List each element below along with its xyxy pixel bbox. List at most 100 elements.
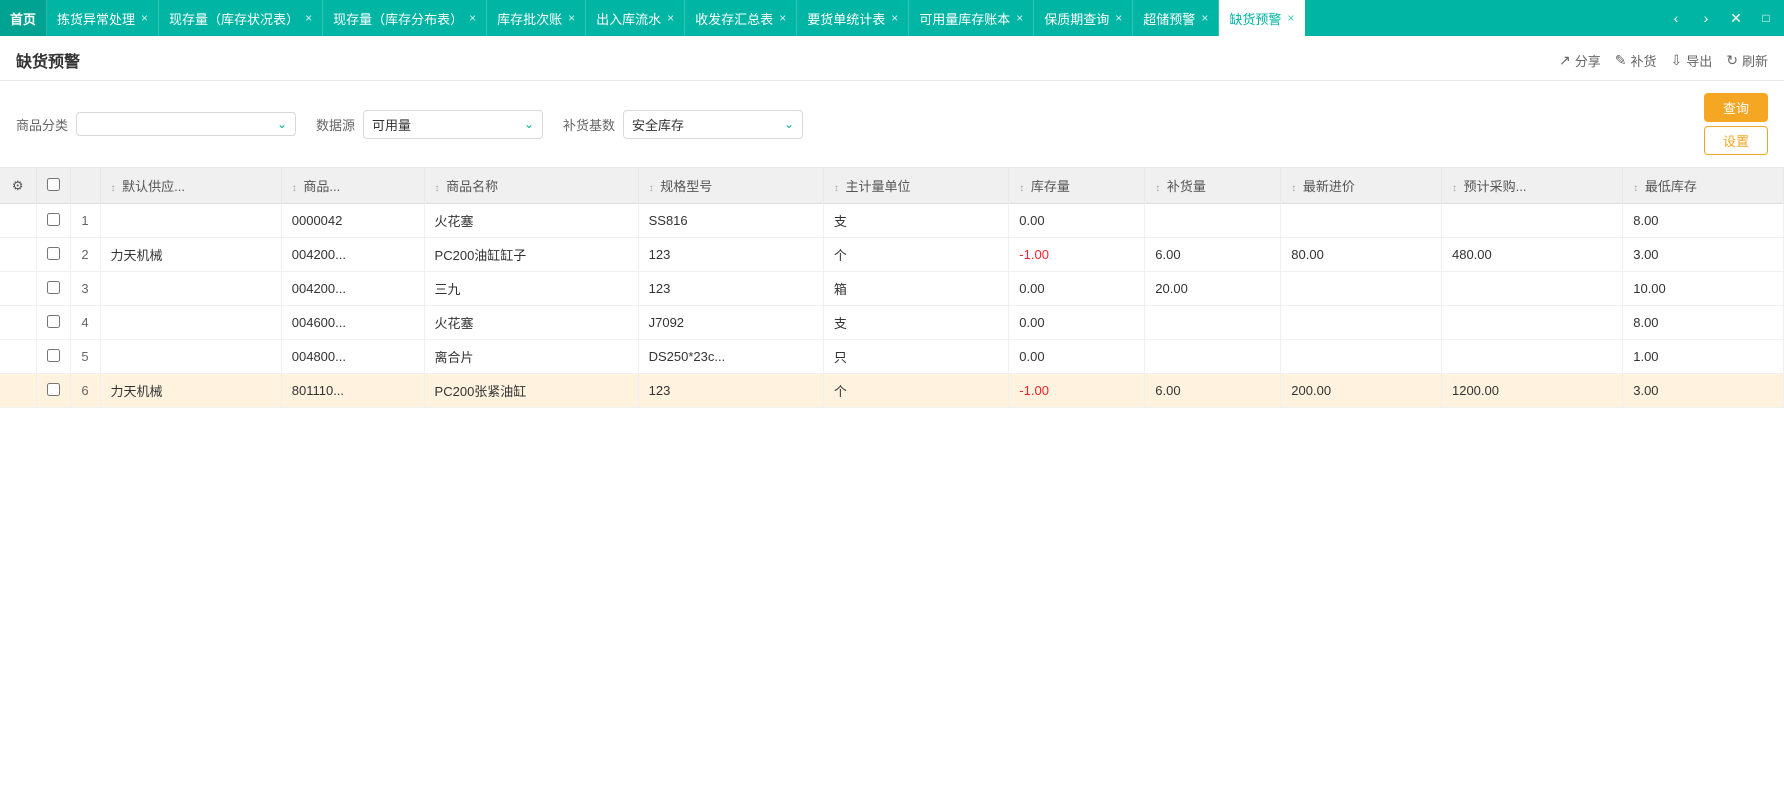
nav-close-button[interactable]: ✕: [1722, 4, 1750, 32]
sort-product-name-icon: ↕: [435, 183, 440, 194]
replenish-basis-chevron-icon: ⌄: [784, 117, 794, 131]
sort-replenish-icon: ↕: [1155, 183, 1160, 194]
sort-min-stock-icon: ↕: [1633, 183, 1638, 194]
row-unit: 支: [823, 204, 1008, 238]
export-button[interactable]: ⇩ 导出: [1671, 51, 1713, 70]
nav-fullscreen-button[interactable]: □: [1752, 4, 1780, 32]
row-latest-price: 200.00: [1281, 374, 1442, 408]
row-checkbox-cell[interactable]: [36, 238, 70, 272]
top-nav: 首页拣货异常处理×现存量（库存状况表）×现存量（库存分布表）×库存批次账×出入库…: [0, 0, 1784, 36]
col-stock-qty[interactable]: ↕ 库存量: [1009, 168, 1145, 204]
datasource-value: 可用量: [372, 115, 411, 134]
query-button[interactable]: 查询: [1704, 93, 1768, 122]
nav-tab-home[interactable]: 首页: [0, 0, 47, 36]
col-product-code[interactable]: ↕ 商品...: [281, 168, 424, 204]
category-select[interactable]: ⌄: [76, 112, 296, 136]
close-tab-demand-stats-icon[interactable]: ×: [891, 11, 898, 25]
row-checkbox-cell[interactable]: [36, 340, 70, 374]
col-spec-model[interactable]: ↕ 规格型号: [638, 168, 823, 204]
table-header-row: ⚙ ↕ 默认供应... ↕ 商品... ↕: [0, 168, 1784, 204]
row-stock-qty: 0.00: [1009, 340, 1145, 374]
refresh-button[interactable]: ↻ 刷新: [1726, 51, 1768, 70]
nav-tab-overstock[interactable]: 超储预警×: [1133, 0, 1219, 36]
col-min-stock[interactable]: ↕ 最低库存: [1623, 168, 1784, 204]
row-est-purchase: [1441, 306, 1622, 340]
row-spec-model: SS816: [638, 204, 823, 238]
replenish-icon: ✎: [1615, 52, 1627, 69]
nav-next-button[interactable]: ›: [1692, 4, 1720, 32]
replenish-basis-label: 补货基数: [563, 115, 615, 134]
row-number: 2: [70, 238, 100, 272]
datasource-chevron-icon: ⌄: [524, 117, 534, 131]
share-icon: ↗: [1559, 52, 1571, 69]
nav-tab-defect-proc[interactable]: 拣货异常处理×: [47, 0, 159, 36]
close-tab-overstock-icon[interactable]: ×: [1201, 11, 1208, 25]
share-button[interactable]: ↗ 分享: [1559, 51, 1601, 70]
close-tab-expiry-query-icon[interactable]: ×: [1115, 11, 1122, 25]
row-checkbox-2[interactable]: [47, 281, 60, 294]
nav-tab-recv-summary[interactable]: 收发存汇总表×: [685, 0, 797, 36]
close-tab-batch-account-icon[interactable]: ×: [568, 11, 575, 25]
settings-gear-icon: ⚙: [12, 178, 24, 193]
nav-tab-inventory-status[interactable]: 现存量（库存状况表）×: [159, 0, 323, 36]
row-settings-cell: [0, 204, 36, 238]
nav-tab-inventory-dist[interactable]: 现存量（库存分布表）×: [323, 0, 487, 36]
nav-tab-shortage[interactable]: 缺货预警×: [1219, 0, 1305, 36]
table-row: 4 004600... 火花塞 J7092 支 0.00 8.00: [0, 306, 1784, 340]
row-checkbox-1[interactable]: [47, 247, 60, 260]
row-checkbox-0[interactable]: [47, 213, 60, 226]
col-row-num: [70, 168, 100, 204]
col-replenish-qty[interactable]: ↕ 补货量: [1145, 168, 1281, 204]
nav-prev-button[interactable]: ‹: [1662, 4, 1690, 32]
row-supplier: [100, 340, 281, 374]
row-number: 5: [70, 340, 100, 374]
nav-tab-inout-flow[interactable]: 出入库流水×: [586, 0, 685, 36]
nav-tab-batch-account[interactable]: 库存批次账×: [487, 0, 586, 36]
category-label: 商品分类: [16, 115, 68, 134]
sort-price-icon: ↕: [1291, 183, 1296, 194]
col-latest-price[interactable]: ↕ 最新进价: [1281, 168, 1442, 204]
row-supplier: 力天机械: [100, 238, 281, 272]
row-checkbox-cell[interactable]: [36, 272, 70, 306]
row-supplier: [100, 306, 281, 340]
close-tab-inventory-dist-icon[interactable]: ×: [469, 11, 476, 25]
close-tab-inventory-status-icon[interactable]: ×: [305, 11, 312, 25]
sort-est-purchase-icon: ↕: [1452, 183, 1457, 194]
col-est-purchase[interactable]: ↕ 预计采购...: [1441, 168, 1622, 204]
row-number: 4: [70, 306, 100, 340]
close-tab-avail-ledger-icon[interactable]: ×: [1016, 11, 1023, 25]
datasource-select[interactable]: 可用量 ⌄: [363, 110, 543, 139]
row-product-name: PC200张紧油缸: [424, 374, 638, 408]
close-tab-inout-flow-icon[interactable]: ×: [667, 11, 674, 25]
col-settings[interactable]: ⚙: [0, 168, 36, 204]
row-checkbox-5[interactable]: [47, 383, 60, 396]
row-min-stock: 10.00: [1623, 272, 1784, 306]
nav-tab-demand-stats[interactable]: 要货单统计表×: [797, 0, 909, 36]
row-product-name: PC200油缸缸子: [424, 238, 638, 272]
row-unit: 个: [823, 238, 1008, 272]
main-content: 缺货预警 ↗ 分享 ✎ 补货 ⇩ 导出 ↻ 刷新 商品分类: [0, 36, 1784, 796]
close-tab-defect-proc-icon[interactable]: ×: [141, 11, 148, 25]
row-product-code: 004200...: [281, 238, 424, 272]
row-spec-model: 123: [638, 238, 823, 272]
col-product-name[interactable]: ↕ 商品名称: [424, 168, 638, 204]
row-checkbox-3[interactable]: [47, 315, 60, 328]
row-checkbox-cell[interactable]: [36, 204, 70, 238]
row-checkbox-4[interactable]: [47, 349, 60, 362]
row-checkbox-cell[interactable]: [36, 374, 70, 408]
page-title: 缺货预警: [16, 48, 80, 72]
nav-tab-expiry-query[interactable]: 保质期查询×: [1034, 0, 1133, 36]
close-tab-recv-summary-icon[interactable]: ×: [779, 11, 786, 25]
settings-button[interactable]: 设置: [1704, 126, 1768, 155]
nav-tab-avail-ledger[interactable]: 可用量库存账本×: [909, 0, 1034, 36]
col-select-all[interactable]: [36, 168, 70, 204]
replenish-button[interactable]: ✎ 补货: [1615, 51, 1657, 70]
row-min-stock: 1.00: [1623, 340, 1784, 374]
row-replenish-qty: [1145, 204, 1281, 238]
row-checkbox-cell[interactable]: [36, 306, 70, 340]
replenish-basis-select[interactable]: 安全库存 ⌄: [623, 110, 803, 139]
col-default-supplier[interactable]: ↕ 默认供应...: [100, 168, 281, 204]
close-tab-shortage-icon[interactable]: ×: [1287, 11, 1294, 25]
select-all-checkbox[interactable]: [47, 178, 60, 191]
col-unit[interactable]: ↕ 主计量单位: [823, 168, 1008, 204]
